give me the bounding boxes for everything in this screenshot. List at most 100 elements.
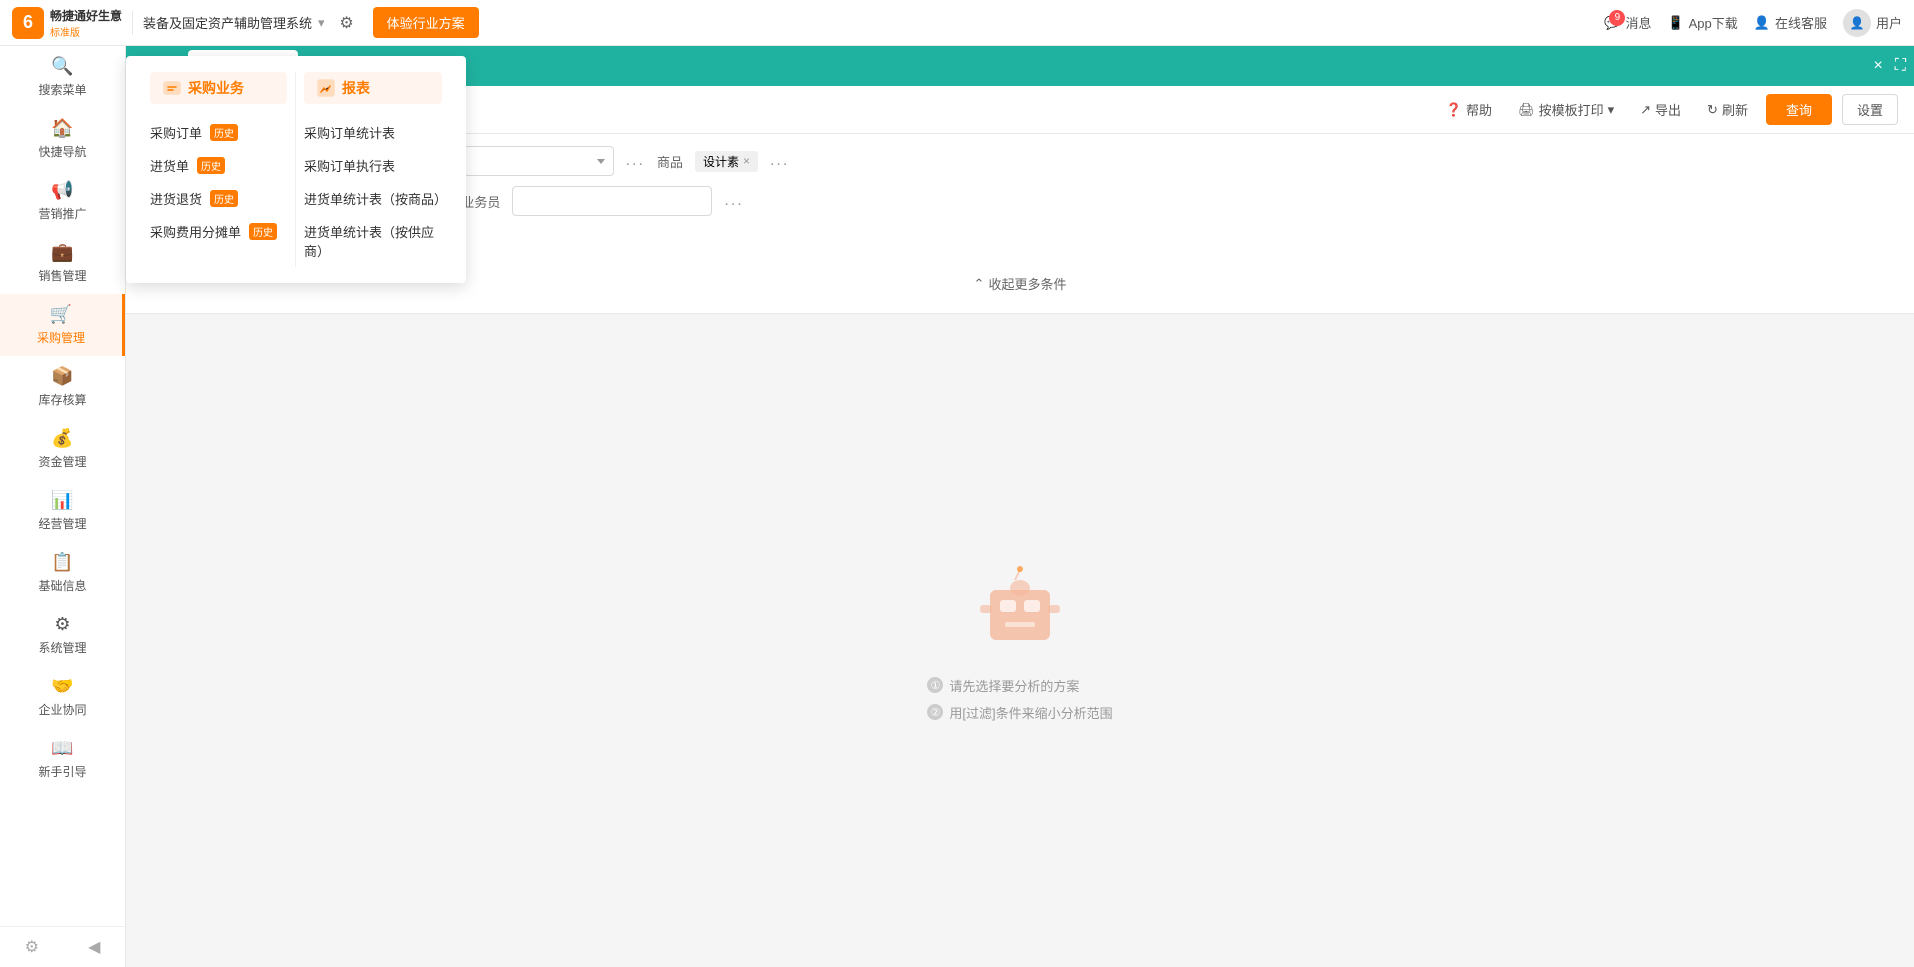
empty-svg — [960, 560, 1080, 660]
top-bar: 6 畅捷通好生意 标准版 装备及固定资产辅助管理系统 ▾ ⚙ 体验行业方案 💬 … — [0, 0, 1914, 46]
message-badge: 9 — [1609, 10, 1625, 26]
logo-text: 畅捷通好生意 标准版 — [50, 7, 122, 39]
reports-section: 报表 采购订单统计表 采购订单执行表 进货单统计表（按商品） 进货单统计表（按供… — [296, 72, 450, 267]
system-title-arrow: ▾ — [318, 15, 325, 31]
user-avatar: 👤 — [1843, 9, 1871, 37]
sidebar-label-collab: 企业协同 — [38, 701, 86, 718]
help-icon: ❓ — [1446, 102, 1462, 118]
reports-title-icon — [316, 78, 336, 98]
sidebar-label-inventory: 库存核算 — [38, 391, 86, 408]
dropdown-item-inbound-stats-supplier[interactable]: 进货单统计表（按供应商） — [304, 215, 442, 267]
phone-icon: 📱 — [1667, 15, 1683, 31]
user-action[interactable]: 👤 用户 — [1843, 9, 1902, 37]
sidebar-item-system[interactable]: ⚙ 系统管理 — [0, 604, 125, 666]
settings-button[interactable]: ⚙ — [333, 9, 361, 37]
tab-bar-close-icon[interactable]: × — [1865, 57, 1890, 75]
sidebar-item-purchase[interactable]: 🛒 采购管理 — [0, 294, 125, 356]
print-icon: 🖨 — [1518, 102, 1535, 118]
home-icon: 🏠 — [51, 118, 73, 139]
dropdown-item-inbound-stats-goods[interactable]: 进货单统计表（按商品） — [304, 182, 442, 215]
doc-status-dots[interactable]: ... — [626, 152, 645, 170]
sidebar-item-finance[interactable]: 💰 资金管理 — [0, 418, 125, 480]
tab-bar-expand-icon[interactable]: ⛶ — [1891, 57, 1910, 75]
sidebar-settings-icon[interactable]: ⚙ — [25, 937, 39, 957]
top-bar-right: 💬 9 消息 📱 App下载 👤 在线客服 👤 用户 — [1604, 9, 1902, 37]
guide-icon: 📖 — [51, 738, 73, 759]
message-icon-wrapper: 💬 9 — [1604, 15, 1620, 31]
print-template-btn[interactable]: 🖨 按模板打印 ▾ — [1510, 96, 1622, 123]
export-btn[interactable]: ↗ 导出 — [1632, 96, 1689, 123]
sidebar-label-guide: 新手引导 — [38, 763, 86, 780]
online-service-label: 在线客服 — [1775, 13, 1827, 32]
tip-num-1: ① — [927, 677, 943, 693]
print-arrow-icon: ▾ — [1608, 102, 1615, 118]
purchase-expense-history-badge: 历史 — [249, 223, 277, 240]
inventory-icon: 📦 — [51, 366, 73, 387]
collab-icon: 🤝 — [51, 676, 73, 697]
dropdown-item-purchase-order[interactable]: 采购订单 历史 — [150, 116, 287, 149]
doc-status-select[interactable] — [454, 146, 614, 176]
dropdown-item-inbound[interactable]: 进货单 历史 — [150, 149, 287, 182]
empty-tip-2: ② 用[过滤]条件来缩小分析范围 — [927, 703, 1112, 722]
sidebar-label-purchase: 采购管理 — [37, 329, 85, 346]
salesperson-input[interactable] — [512, 186, 712, 216]
salesperson-label: 业务员 — [461, 192, 500, 211]
empty-tips: ① 请先选择要分析的方案 ② 用[过滤]条件来缩小分析范围 — [927, 676, 1112, 722]
industry-btn[interactable]: 体验行业方案 — [373, 7, 479, 38]
goods-tag-close[interactable]: × — [743, 154, 750, 168]
goods-label: 商品 — [657, 152, 683, 171]
sidebar-item-inventory[interactable]: 📦 库存核算 — [0, 356, 125, 418]
sidebar-item-search[interactable]: 🔍 搜索菜单 — [0, 46, 125, 108]
app-container: 6 畅捷通好生意 标准版 装备及固定资产辅助管理系统 ▾ ⚙ 体验行业方案 💬 … — [0, 0, 1914, 967]
goods-dots[interactable]: ... — [770, 152, 789, 170]
dropdown-item-inbound-return[interactable]: 进货退货 历史 — [150, 182, 287, 215]
help-btn[interactable]: ❓ 帮助 — [1438, 96, 1500, 123]
refresh-icon: ↻ — [1707, 102, 1718, 118]
sidebar-item-nav[interactable]: 🏠 快捷导航 — [0, 108, 125, 170]
purchase-business-title: 采购业务 — [150, 72, 287, 104]
sidebar-label-sales: 销售管理 — [38, 267, 86, 284]
chevron-up-icon: ⌃ — [974, 276, 985, 292]
empty-illustration — [960, 560, 1080, 660]
message-label: 消息 — [1625, 13, 1651, 32]
inbound-return-history-badge: 历史 — [210, 190, 238, 207]
purchase-dropdown: 采购业务 采购订单 历史 进货单 历史 进货退货 历史 采购费用分摊单 历史 — [126, 56, 466, 283]
dropdown-item-purchase-expense[interactable]: 采购费用分摊单 历史 — [150, 215, 287, 248]
doc-status-select-wrapper — [454, 146, 614, 176]
refresh-btn[interactable]: ↻ 刷新 — [1699, 96, 1756, 123]
sidebar-label-nav: 快捷导航 — [38, 143, 86, 160]
marketing-icon: 📢 — [51, 180, 73, 201]
sidebar-item-guide[interactable]: 📖 新手引导 — [0, 728, 125, 790]
sidebar-item-marketing[interactable]: 📢 营销推广 — [0, 170, 125, 232]
query-button[interactable]: 查询 — [1766, 94, 1832, 125]
tip-num-2: ② — [927, 704, 943, 720]
sidebar-item-operations[interactable]: 📊 经营管理 — [0, 480, 125, 542]
empty-state: ① 请先选择要分析的方案 ② 用[过滤]条件来缩小分析范围 — [126, 314, 1914, 967]
purchase-business-title-icon — [162, 78, 182, 98]
operations-icon: 📊 — [51, 490, 73, 511]
sales-icon: 💼 — [51, 242, 73, 263]
sidebar-item-collab[interactable]: 🤝 企业协同 — [0, 666, 125, 728]
finance-icon: 💰 — [51, 428, 73, 449]
inbound-history-badge: 历史 — [197, 157, 225, 174]
dropdown-item-purchase-order-stats[interactable]: 采购订单统计表 — [304, 116, 442, 149]
sidebar-label-operations: 经营管理 — [38, 515, 86, 532]
reports-title: 报表 — [304, 72, 442, 104]
app-download-label: App下载 — [1689, 13, 1738, 32]
goods-tag: 设计素 × — [695, 151, 758, 172]
sidebar-label-basic: 基础信息 — [38, 577, 86, 594]
sidebar-label-marketing: 营销推广 — [38, 205, 86, 222]
top-bar-divider — [132, 11, 133, 35]
sidebar: 🔍 搜索菜单 🏠 快捷导航 📢 营销推广 💼 销售管理 🛒 采购管理 📦 — [0, 46, 126, 967]
system-title: 装备及固定资产辅助管理系统 — [143, 13, 312, 32]
salesperson-dots[interactable]: ... — [724, 192, 743, 210]
dropdown-item-purchase-order-exec[interactable]: 采购订单执行表 — [304, 149, 442, 182]
online-service-action[interactable]: 👤 在线客服 — [1754, 13, 1827, 32]
sidebar-item-basic[interactable]: 📋 基础信息 — [0, 542, 125, 604]
settings-filter-btn[interactable]: 设置 — [1842, 94, 1898, 125]
sidebar-collapse-icon[interactable]: ◀ — [88, 937, 100, 957]
sidebar-item-sales[interactable]: 💼 销售管理 — [0, 232, 125, 294]
app-download-action[interactable]: 📱 App下载 — [1667, 13, 1737, 32]
system-icon: ⚙ — [54, 614, 70, 635]
message-action[interactable]: 💬 9 消息 — [1604, 13, 1651, 32]
